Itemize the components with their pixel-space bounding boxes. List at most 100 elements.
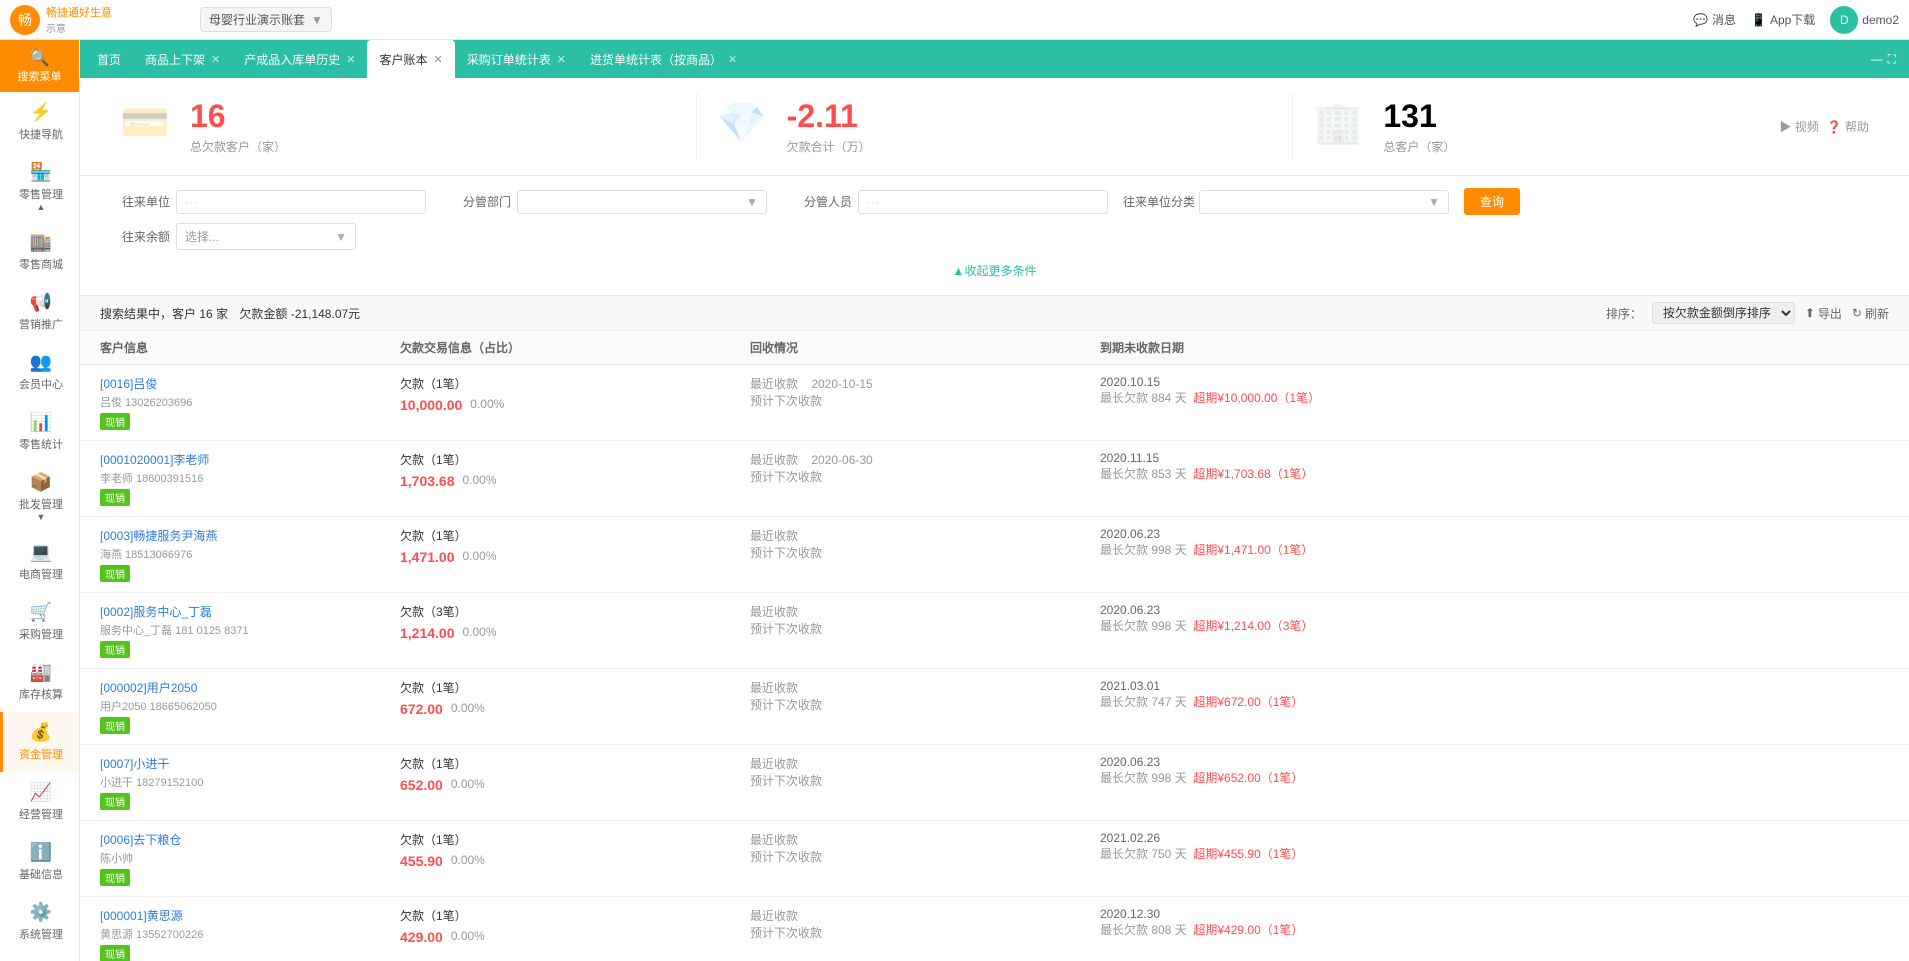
stat-extra: ▶ 视频 ❓ 帮助 (1779, 118, 1869, 135)
next-collect-label: 预计下次收款 (750, 696, 1100, 713)
customer-name-link[interactable]: [0006]去下粮仓 (100, 831, 400, 848)
debt-percent: 0.00% (451, 929, 485, 943)
tab-product-history[interactable]: 产成品入库单历史 ✕ (232, 40, 367, 78)
overdue-link[interactable]: 超期¥10,000.00（1笔） (1193, 391, 1320, 405)
stats-row: 💳 16 总欠款客户（家） 💎 -2.11 欠款合计（万） (80, 78, 1909, 176)
top-bar-right: 💬 消息 📱 App下载 D demo2 (1693, 6, 1899, 34)
store-selector[interactable]: 母婴行业演示账套 ▼ (200, 7, 332, 32)
debt-amount-cell: 1,703.68 (400, 473, 455, 489)
filter-area: 往来单位 ··· 分管部门 ▼ 分管人员 (80, 176, 1909, 296)
customer-name-link[interactable]: [000001]黄思源 (100, 907, 400, 924)
sidebar-item-enterprise[interactable]: 🤝 企业协同 (0, 952, 79, 961)
collapse-btn[interactable]: ▲ 收起更多条件 (100, 258, 1889, 283)
debt-count: 欠款（1笔） (400, 527, 750, 544)
customer-badge: 现销 (100, 413, 130, 430)
stat-card-debt: 💎 -2.11 欠款合计（万） (697, 93, 1294, 160)
tab-maximize-icon[interactable]: ⛶ (1888, 52, 1896, 67)
sidebar-item-basic-info[interactable]: ℹ️ 基础信息 (0, 832, 79, 892)
overdue-link[interactable]: 超期¥429.00（1笔） (1193, 923, 1303, 937)
sidebar-item-retail-mall[interactable]: 🏬 零售商城 (0, 222, 79, 282)
app-download-label: App下载 (1770, 11, 1815, 28)
refresh-btn[interactable]: ↻ 刷新 (1852, 305, 1889, 322)
tab-close-icon[interactable]: ✕ (728, 53, 737, 66)
export-btn[interactable]: ⬆ 导出 (1805, 305, 1842, 322)
customer-name-link[interactable]: [000002]用户2050 (100, 679, 400, 696)
sidebar-item-marketing[interactable]: 📢 营销推广 (0, 282, 79, 342)
user-name: demo2 (1862, 13, 1899, 27)
last-collect-label: 最近收款 (750, 679, 1100, 696)
tab-product-listing[interactable]: 商品上下架 ✕ (133, 40, 232, 78)
overdue-link[interactable]: 超期¥1,703.68（1笔） (1193, 467, 1313, 481)
from-unit-input[interactable]: ··· (176, 190, 426, 214)
sidebar-item-retail-mgmt[interactable]: 🏪 零售管理 ▲ (0, 152, 79, 222)
unit-class-input[interactable]: ▼ (1199, 190, 1449, 214)
sidebar-item-member[interactable]: 👥 会员中心 (0, 342, 79, 402)
debt-percent: 0.00% (451, 701, 485, 715)
overdue-link[interactable]: 超期¥652.00（1笔） (1193, 771, 1303, 785)
tab-purchase-stats[interactable]: 采购订单统计表 ✕ (455, 40, 578, 78)
tab-close-icon[interactable]: ✕ (346, 53, 355, 66)
sidebar-item-business[interactable]: 📈 经营管理 (0, 772, 79, 832)
next-collect-label: 预计下次收款 (750, 772, 1100, 789)
customer-name-link[interactable]: [0016]吕俊 (100, 375, 400, 392)
stat-card-customers: 💳 16 总欠款客户（家） (100, 93, 697, 160)
tab-home[interactable]: 首页 (85, 40, 133, 78)
message-label: 消息 (1712, 11, 1736, 28)
sidebar-item-system[interactable]: ⚙️ 系统管理 (0, 892, 79, 952)
result-debt-amount: -21,148.07元 (291, 307, 360, 321)
sidebar-item-quicknav[interactable]: ⚡ 快捷导航 (0, 92, 79, 152)
purchase-icon: 🛒 (30, 602, 52, 623)
debt-count: 欠款（1笔） (400, 451, 750, 468)
sidebar-item-ecommerce[interactable]: 💻 电商管理 (0, 532, 79, 592)
wholesale-icon: 📦 (30, 472, 52, 493)
balance-select[interactable]: 选择... ▼ (176, 223, 356, 250)
debt-count: 欠款（1笔） (400, 831, 750, 848)
customer-cell: [0002]服务中心_丁磊 服务中心_丁磊 181 0125 8371 现销 (100, 603, 400, 658)
sidebar-item-label: 营销推广 (19, 316, 63, 332)
customer-name-link[interactable]: [0001020001]李老师 (100, 451, 400, 468)
customer-badge: 现销 (100, 489, 130, 506)
person-label: 分管人员 (782, 193, 852, 210)
from-unit-placeholder: ··· (185, 195, 197, 209)
top-bar: 畅 畅捷通好生意 示意 母婴行业演示账套 ▼ 💬 消息 📱 App下载 D de… (0, 0, 1909, 40)
quicknav-icon: ⚡ (30, 102, 52, 123)
sidebar-item-label: 系统管理 (19, 926, 63, 942)
debt-amount-label: 欠款合计（万） (787, 138, 871, 155)
overdue-link[interactable]: 超期¥672.00（1笔） (1193, 695, 1303, 709)
sort-select[interactable]: 按欠款金额倒序排序 (1652, 302, 1795, 324)
due-date: 2021.03.01 (1100, 679, 1889, 693)
tab-close-icon[interactable]: ✕ (211, 53, 220, 66)
sidebar-item-inventory[interactable]: 🏭 库存核算 (0, 652, 79, 712)
app-download-btn[interactable]: 📱 App下载 (1751, 11, 1815, 28)
sidebar-item-retail-stats[interactable]: 📊 零售统计 (0, 402, 79, 462)
due-date-cell: 2020.12.30 最长欠款 808 天 超期¥429.00（1笔） (1100, 907, 1889, 938)
customer-name-link[interactable]: [0007]小进干 (100, 755, 400, 772)
sidebar-item-wholesale[interactable]: 📦 批发管理 ▼ (0, 462, 79, 532)
overdue-link[interactable]: 超期¥1,214.00（3笔） (1193, 619, 1313, 633)
user-profile-btn[interactable]: D demo2 (1830, 6, 1899, 34)
logo-text: 畅捷通好生意 示意 (46, 4, 112, 35)
tab-purchase-product-stats[interactable]: 进货单统计表（按商品） ✕ (578, 40, 749, 78)
customer-name-link[interactable]: [0002]服务中心_丁磊 (100, 603, 400, 620)
query-button[interactable]: 查询 (1464, 188, 1520, 215)
tab-close-icon[interactable]: ✕ (434, 53, 443, 66)
person-input[interactable]: ··· (858, 190, 1108, 214)
debt-amount-cell: 1,214.00 (400, 625, 455, 641)
sidebar-item-purchase[interactable]: 🛒 采购管理 (0, 592, 79, 652)
return-cell: 最近收款 预计下次收款 (750, 831, 1100, 865)
help-btn[interactable]: ❓ 帮助 (1827, 118, 1869, 135)
sidebar-search-btn[interactable]: 🔍 搜索菜单 (0, 40, 79, 92)
message-btn[interactable]: 💬 消息 (1693, 11, 1736, 28)
video-btn[interactable]: ▶ 视频 (1779, 118, 1818, 135)
member-icon: 👥 (30, 352, 52, 373)
tab-customer-account[interactable]: 客户账本 ✕ (367, 40, 454, 78)
customer-cell: [0007]小进干 小进干 18279152100 现销 (100, 755, 400, 810)
dept-input[interactable]: ▼ (517, 190, 767, 214)
overdue-link[interactable]: 超期¥1,471.00（1笔） (1193, 543, 1313, 557)
tab-close-icon[interactable]: ✕ (557, 53, 566, 66)
sidebar-item-finance[interactable]: 💰 资金管理 (0, 712, 79, 772)
overdue-link[interactable]: 超期¥455.90（1笔） (1193, 847, 1303, 861)
tab-minimize-icon[interactable]: — (1871, 52, 1883, 66)
customer-name-link[interactable]: [0003]畅捷服务尹海燕 (100, 527, 400, 544)
customer-badge: 现销 (100, 945, 130, 961)
